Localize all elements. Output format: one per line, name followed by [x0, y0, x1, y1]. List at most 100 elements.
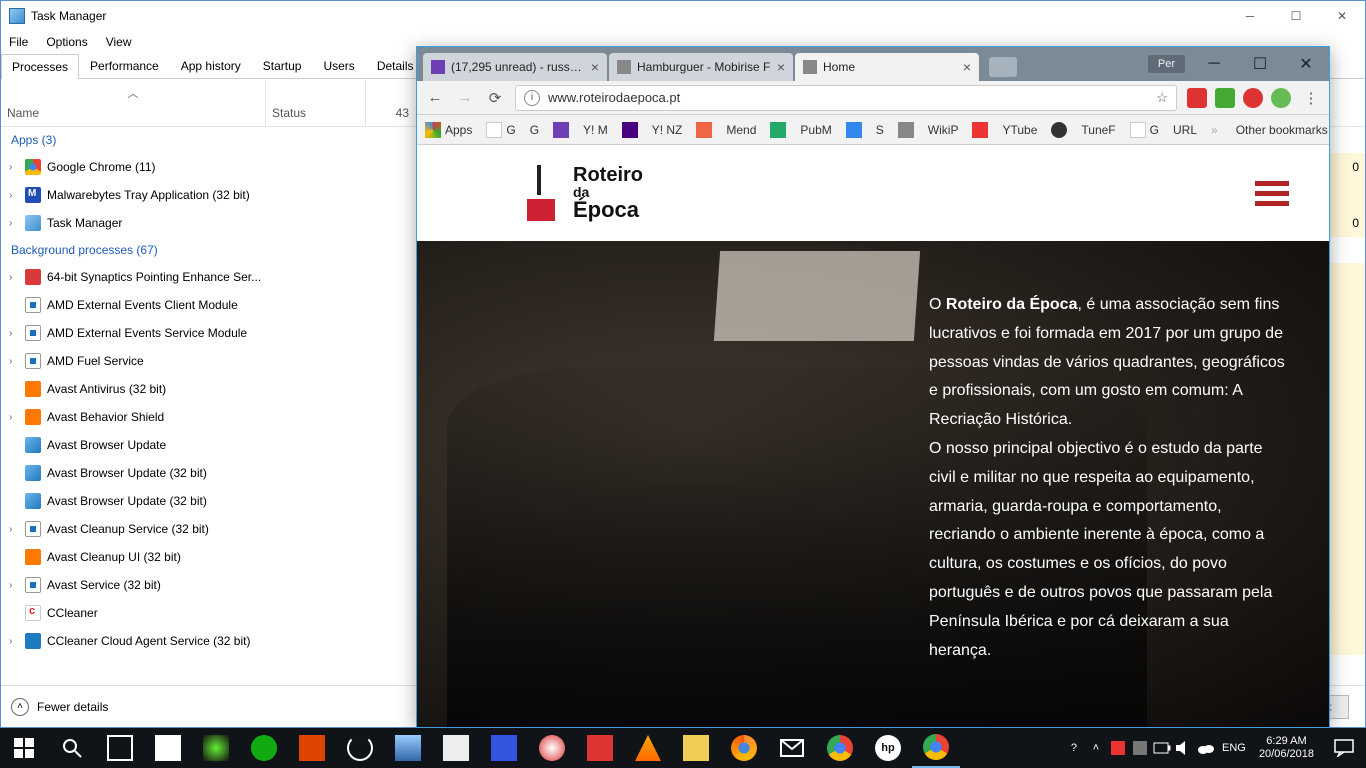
tab-users[interactable]: Users [312, 53, 365, 78]
site-info-icon[interactable]: i [524, 90, 540, 106]
tab-performance[interactable]: Performance [79, 53, 170, 78]
tab-processes[interactable]: Processes [1, 54, 79, 79]
tab-close-icon[interactable]: × [591, 59, 599, 75]
bookmark-item[interactable] [553, 122, 569, 138]
bookmark-item[interactable]: URL [1173, 123, 1197, 137]
bookmark-item[interactable]: S [876, 123, 884, 137]
tray-help-icon[interactable]: ? [1063, 728, 1085, 768]
site-logo[interactable]: Roteiro da Época [517, 165, 643, 221]
bookmark-item[interactable]: WikiP [928, 123, 959, 137]
reload-button[interactable]: ⟳ [485, 88, 505, 108]
expand-arrow-icon[interactable]: › [9, 524, 21, 535]
taskbar-app[interactable] [240, 728, 288, 768]
bookmark-item[interactable]: Y! NZ [652, 123, 683, 137]
tab-startup[interactable]: Startup [252, 53, 313, 78]
taskbar-app-mail[interactable] [768, 728, 816, 768]
tray-icon[interactable] [1129, 728, 1151, 768]
taskbar-app[interactable] [288, 728, 336, 768]
bookmark-item[interactable] [622, 122, 638, 138]
taskbar-app-chrome[interactable] [816, 728, 864, 768]
taskbar-app[interactable] [576, 728, 624, 768]
bookmark-item[interactable] [1051, 122, 1067, 138]
extension-icon[interactable] [1215, 88, 1235, 108]
taskbar-app[interactable] [480, 728, 528, 768]
back-button[interactable]: ← [425, 88, 445, 108]
column-header-status[interactable]: Status [265, 79, 365, 126]
menu-options[interactable]: Options [46, 35, 87, 49]
expand-arrow-icon[interactable]: › [9, 328, 21, 339]
bookmark-item[interactable]: Mend [726, 123, 756, 137]
maximize-button[interactable]: ☐ [1273, 1, 1319, 31]
menu-view[interactable]: View [106, 35, 132, 49]
tray-icon[interactable] [1107, 728, 1129, 768]
other-bookmarks[interactable]: Other bookmarks [1232, 123, 1328, 137]
browser-tab[interactable]: Home× [795, 53, 979, 81]
expand-arrow-icon[interactable]: › [9, 580, 21, 591]
taskbar-app-store[interactable] [144, 728, 192, 768]
tab-close-icon[interactable]: × [777, 59, 785, 75]
new-tab-button[interactable] [989, 57, 1017, 77]
task-manager-titlebar[interactable]: Task Manager ─ ☐ ✕ [1, 1, 1365, 31]
hamburger-menu-icon[interactable] [1255, 181, 1289, 206]
taskbar-app[interactable] [384, 728, 432, 768]
address-bar[interactable]: i www.roteirodaepoca.pt ☆ [515, 85, 1177, 111]
tray-language[interactable]: ENG [1217, 728, 1251, 768]
expand-arrow-icon[interactable]: › [9, 272, 21, 283]
chrome-maximize-button[interactable]: ☐ [1237, 47, 1283, 81]
start-button[interactable] [0, 728, 48, 768]
taskbar-app-hp[interactable]: hp [864, 728, 912, 768]
tab-app-history[interactable]: App history [170, 53, 252, 78]
bookmark-item[interactable]: G [486, 122, 515, 138]
taskbar-app[interactable] [336, 728, 384, 768]
expand-arrow-icon[interactable]: › [9, 356, 21, 367]
taskbar-app[interactable] [624, 728, 672, 768]
bookmark-item[interactable]: G [530, 123, 539, 137]
minimize-button[interactable]: ─ [1227, 1, 1273, 31]
expand-arrow-icon[interactable]: › [9, 162, 21, 173]
forward-button[interactable]: → [455, 88, 475, 108]
fewer-details-icon[interactable]: ˄ [11, 698, 29, 716]
bookmark-item[interactable]: G [1130, 122, 1159, 138]
browser-tab[interactable]: Hamburguer - Mobirise F× [609, 53, 793, 81]
tray-onedrive-icon[interactable] [1195, 728, 1217, 768]
bookmark-item[interactable] [846, 122, 862, 138]
bookmarks-overflow-icon[interactable]: » [1211, 123, 1218, 137]
column-header-cpu[interactable]: 43 [365, 79, 415, 126]
action-center-button[interactable] [1322, 728, 1366, 768]
bookmark-item[interactable]: TuneF [1081, 123, 1115, 137]
close-button[interactable]: ✕ [1319, 1, 1365, 31]
taskbar-app-chrome-active[interactable] [912, 728, 960, 768]
taskbar-app[interactable] [672, 728, 720, 768]
tray-overflow-icon[interactable]: ˄ [1085, 728, 1107, 768]
bookmark-item[interactable] [972, 122, 988, 138]
tray-battery-icon[interactable] [1151, 728, 1173, 768]
taskbar-app-firefox[interactable] [720, 728, 768, 768]
chrome-profile-button[interactable]: Per [1148, 55, 1185, 73]
column-header-name[interactable]: ︿ Name [1, 79, 265, 126]
expand-arrow-icon[interactable]: › [9, 636, 21, 647]
search-button[interactable] [48, 728, 96, 768]
chrome-minimize-button[interactable]: ─ [1191, 47, 1237, 81]
bookmark-item[interactable]: Y! M [583, 123, 608, 137]
extension-icon[interactable] [1271, 88, 1291, 108]
taskbar-app[interactable] [432, 728, 480, 768]
bookmark-item[interactable] [696, 122, 712, 138]
bookmark-item[interactable]: PubM [800, 123, 831, 137]
expand-arrow-icon[interactable]: › [9, 412, 21, 423]
extension-icon[interactable] [1187, 88, 1207, 108]
tab-close-icon[interactable]: × [963, 59, 971, 75]
expand-arrow-icon[interactable]: › [9, 218, 21, 229]
bookmark-star-icon[interactable]: ☆ [1156, 90, 1168, 106]
fewer-details-label[interactable]: Fewer details [37, 700, 108, 714]
apps-shortcut[interactable]: Apps [425, 122, 472, 138]
bookmark-item[interactable] [898, 122, 914, 138]
bookmark-item[interactable]: YTube [1002, 123, 1037, 137]
chrome-menu-button[interactable]: ⋮ [1301, 88, 1321, 108]
task-view-button[interactable] [96, 728, 144, 768]
menu-file[interactable]: File [9, 35, 28, 49]
tray-clock[interactable]: 6:29 AM 20/06/2018 [1251, 735, 1322, 761]
taskbar-app[interactable] [528, 728, 576, 768]
browser-tab[interactable]: (17,295 unread) - russwils× [423, 53, 607, 81]
tray-volume-icon[interactable] [1173, 728, 1195, 768]
bookmark-item[interactable] [770, 122, 786, 138]
